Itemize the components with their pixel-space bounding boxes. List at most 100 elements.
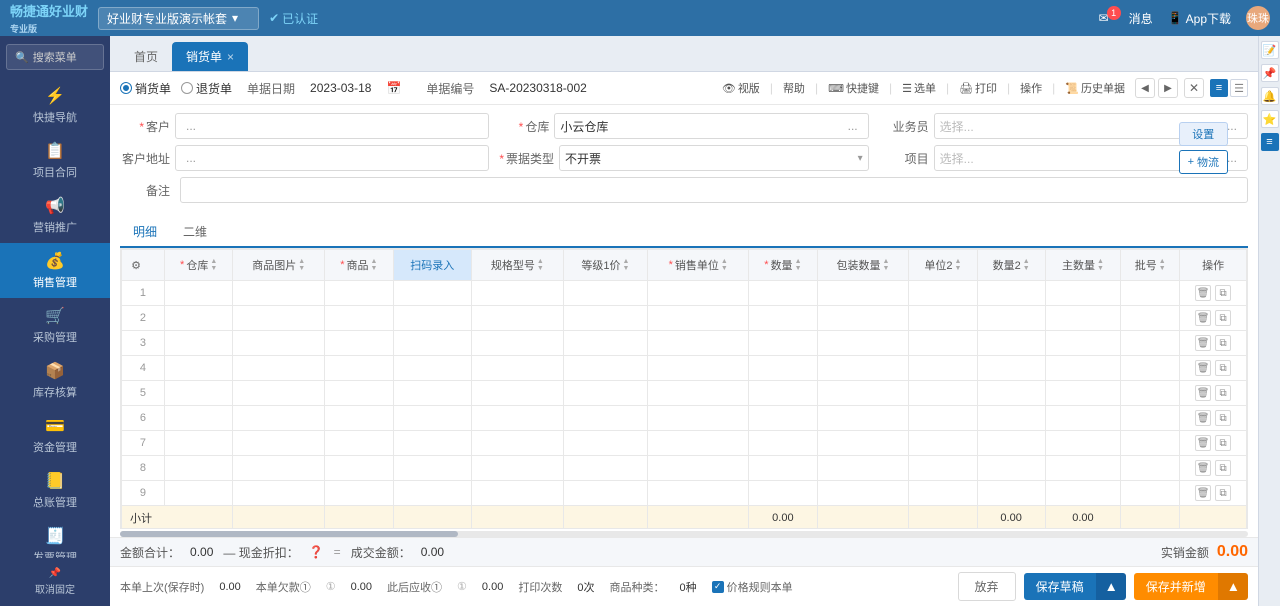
sidebar-item-invoice[interactable]: 🧾 发票管理 — [0, 518, 110, 558]
col-batch: 批号▲▼ — [1121, 250, 1180, 281]
copy-row-btn[interactable]: ⧉ — [1215, 335, 1231, 351]
right-tool-3[interactable]: 🔔 — [1261, 87, 1279, 105]
help-icon[interactable]: ❓ — [309, 545, 324, 559]
horizontal-scrollbar[interactable] — [120, 531, 1248, 537]
save-draft-arrow-btn[interactable]: ▲ — [1096, 573, 1126, 600]
gear-icon[interactable]: ⚙ — [126, 255, 146, 275]
remark-input[interactable] — [180, 177, 1248, 203]
save-new-arrow-btn[interactable]: ▲ — [1218, 573, 1248, 600]
delete-row-btn[interactable]: 🗑 — [1195, 410, 1211, 426]
main-area: 🔍 搜索菜单 ⚡ 快捷导航 📋 项目合同 📢 营销推广 💰 — [0, 36, 1280, 606]
calendar-icon[interactable]: 📅 — [386, 81, 401, 95]
cancel-fixed-btn[interactable]: 📌 取消固定 — [6, 564, 104, 600]
sub-tab-two-dim[interactable]: 二维 — [170, 217, 220, 246]
delete-row-btn[interactable]: 🗑 — [1195, 485, 1211, 501]
search-menu-btn[interactable]: 🔍 搜索菜单 — [6, 44, 104, 70]
list-view-btn[interactable]: ☰ — [1230, 79, 1248, 97]
customer-dots-btn[interactable]: ... — [181, 119, 201, 133]
right-tool-2[interactable]: 📌 — [1261, 64, 1279, 82]
add-logistics-btn[interactable]: + 物流 — [1179, 150, 1228, 174]
sidebar-item-project-contract[interactable]: 📋 项目合同 — [0, 133, 110, 188]
delete-row-btn[interactable]: 🗑 — [1195, 310, 1211, 326]
col-product: *商品▲▼ — [325, 250, 393, 281]
print-btn[interactable]: 🖨 打印 — [955, 78, 1001, 98]
right-tool-5[interactable]: ≡ — [1261, 133, 1279, 151]
copy-row-btn[interactable]: ⧉ — [1215, 285, 1231, 301]
sidebar-item-accounting[interactable]: 📒 总账管理 — [0, 463, 110, 518]
copy-row-btn[interactable]: ⧉ — [1215, 360, 1231, 376]
delete-row-btn[interactable]: 🗑 — [1195, 285, 1211, 301]
tab-close-btn[interactable]: × — [227, 50, 234, 64]
delete-row-btn[interactable]: 🗑 — [1195, 360, 1211, 376]
prev-record-btn[interactable]: ◀ — [1135, 78, 1155, 98]
delete-row-btn[interactable]: 🗑 — [1195, 460, 1211, 476]
customer-input[interactable]: ... — [175, 113, 489, 139]
help-btn[interactable]: 帮助 — [779, 78, 809, 98]
inventory-icon: 📦 — [45, 361, 65, 381]
view-btn[interactable]: 👁 视版 — [718, 78, 764, 98]
subtotal-qty2: 0.00 — [977, 506, 1045, 530]
avatar: 珠珠 — [1246, 6, 1270, 30]
right-tool-1[interactable]: 📝 — [1261, 41, 1279, 59]
sales-icon: 💰 — [45, 251, 65, 271]
shortcut-btn[interactable]: ⌨ 快捷键 — [824, 78, 883, 98]
sidebar-item-sales[interactable]: 💰 销售管理 — [0, 243, 110, 298]
copy-row-btn[interactable]: ⧉ — [1215, 460, 1231, 476]
search-icon: 🔍 — [15, 51, 29, 64]
sidebar-item-quick-nav[interactable]: ⚡ 快捷导航 — [0, 78, 110, 133]
delete-row-btn[interactable]: 🗑 — [1195, 435, 1211, 451]
copy-row-btn[interactable]: ⧉ — [1215, 485, 1231, 501]
table-row: 5🗑⧉ — [122, 381, 1247, 406]
copy-row-btn[interactable]: ⧉ — [1215, 385, 1231, 401]
abandon-btn[interactable]: 放弃 — [958, 572, 1016, 601]
table-row: 1🗑⧉ — [122, 281, 1247, 306]
address-dots-btn[interactable]: ... — [181, 151, 201, 165]
close-form-btn[interactable]: ✕ — [1184, 78, 1204, 98]
price-rule-checkbox[interactable]: ✓ 价格规则本单 — [712, 579, 793, 595]
sidebar-item-finance[interactable]: 💳 资金管理 — [0, 408, 110, 463]
table-container[interactable]: ⚙ *仓库▲▼ 商品图片▲▼ *商品▲▼ — [120, 248, 1248, 529]
sidebar-item-marketing[interactable]: 📢 营销推广 — [0, 188, 110, 243]
settings-btn[interactable]: 设置 — [1179, 122, 1228, 146]
col-price1: 等级1价▲▼ — [563, 250, 647, 281]
address-input[interactable]: ... — [175, 145, 489, 171]
invoice-icon: 🧾 — [45, 526, 65, 546]
scroll-thumb[interactable] — [120, 531, 458, 537]
select-btn[interactable]: ☰ 选单 — [898, 78, 940, 98]
print-icon: 🖨 — [959, 82, 973, 95]
address-field-group: 客户地址 ... — [120, 145, 489, 171]
tab-sales-order[interactable]: 销货单 × — [172, 42, 248, 71]
operate-btn[interactable]: 操作 — [1016, 78, 1046, 98]
delete-row-btn[interactable]: 🗑 — [1195, 385, 1211, 401]
warehouse-input[interactable]: 小云仓库 ... — [554, 113, 868, 139]
radio-sales[interactable]: 销货单 — [120, 80, 171, 97]
right-tool-4[interactable]: ⭐ — [1261, 110, 1279, 128]
invoice-select[interactable]: 不开票 ▾ — [559, 145, 869, 171]
sidebar-item-purchase[interactable]: 🛒 采购管理 — [0, 298, 110, 353]
tab-home[interactable]: 首页 — [120, 42, 172, 71]
help-recv-icon[interactable]: ① — [457, 580, 467, 593]
copy-row-btn[interactable]: ⧉ — [1215, 410, 1231, 426]
col-gear[interactable]: ⚙ — [122, 250, 165, 281]
save-draft-btn[interactable]: 保存草稿 — [1024, 573, 1096, 600]
history-btn[interactable]: 📜 历史单据 — [1061, 78, 1129, 98]
bill-date-value[interactable]: 2023-03-18 — [310, 81, 371, 95]
summary-bar: 金额合计： 0.00 — 现金折扣： ❓ = 成交金额： 0.00 实销金额 0… — [110, 537, 1258, 566]
copy-row-btn[interactable]: ⧉ — [1215, 435, 1231, 451]
col-qty2: 数量2▲▼ — [977, 250, 1045, 281]
grid-view-btn[interactable]: ≡ — [1210, 79, 1228, 97]
save-new-btn[interactable]: 保存并新增 — [1134, 573, 1218, 600]
company-selector[interactable]: 好业财专业版演示帐套 ▾ — [98, 7, 259, 30]
help-debt-icon[interactable]: ① — [326, 580, 336, 593]
delete-row-btn[interactable]: 🗑 — [1195, 335, 1211, 351]
radio-return[interactable]: 退货单 — [181, 80, 232, 97]
sub-tab-detail[interactable]: 明细 — [120, 217, 170, 248]
user-profile[interactable]: 珠珠 — [1246, 6, 1270, 30]
message-btn[interactable]: ✉ 1 消息 — [1099, 10, 1153, 27]
sidebar-item-inventory[interactable]: 📦 库存核算 — [0, 353, 110, 408]
next-record-btn[interactable]: ▶ — [1158, 78, 1178, 98]
app-download-btn[interactable]: 📱 App下载 — [1168, 10, 1231, 27]
sidebar-search: 🔍 搜索菜单 — [0, 36, 110, 78]
copy-row-btn[interactable]: ⧉ — [1215, 310, 1231, 326]
warehouse-dots-btn[interactable]: ... — [843, 119, 863, 133]
